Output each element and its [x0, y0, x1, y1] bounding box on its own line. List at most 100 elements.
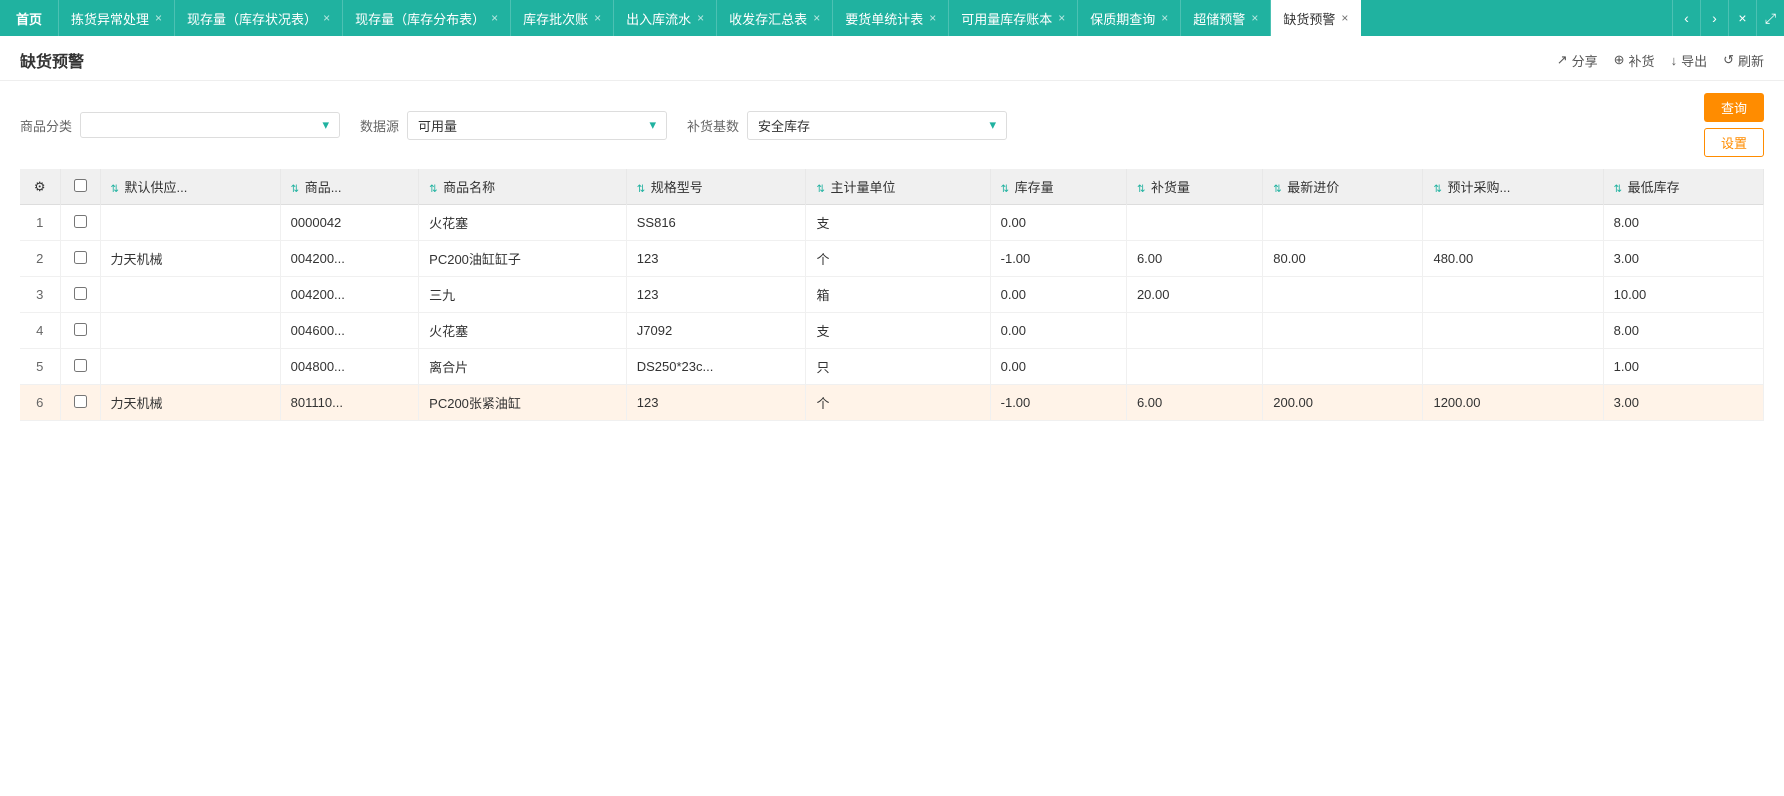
row-product-code: 004200... [280, 277, 418, 313]
close-tab-in-out-flow[interactable]: × [697, 11, 704, 25]
row-supplier [100, 205, 280, 241]
close-tab-shortage-warn[interactable]: × [1341, 11, 1348, 25]
row-unit: 个 [806, 385, 990, 421]
filter-actions: 查询 设置 [1704, 93, 1764, 157]
tab-shortage-warn[interactable]: 缺货预警 × [1271, 0, 1361, 36]
th-est-purchase: ⇅ 预计采购... [1423, 169, 1603, 205]
tab-home[interactable]: 首页 [0, 0, 59, 36]
tab-order-stats[interactable]: 要货单统计表 × [833, 0, 949, 36]
row-latest-price: 200.00 [1263, 385, 1423, 421]
category-arrow-icon: ▾ [322, 117, 329, 133]
app-container: 首页 拣货异常处理 × 现存量（库存状况表） × 现存量（库存分布表） × 库存… [0, 0, 1784, 796]
row-no: 3 [20, 277, 60, 313]
close-tab-receive-summary[interactable]: × [813, 11, 820, 25]
tab-next-button[interactable]: › [1700, 0, 1728, 36]
row-replenish-qty [1126, 349, 1262, 385]
share-icon: ↗ [1557, 52, 1568, 68]
row-checkbox[interactable] [74, 395, 87, 408]
tab-receive-summary[interactable]: 收发存汇总表 × [717, 0, 833, 36]
row-product-name: PC200油缸缸子 [419, 241, 627, 277]
tab-bar: 首页 拣货异常处理 × 现存量（库存状况表） × 现存量（库存分布表） × 库存… [0, 0, 1784, 36]
row-checkbox-cell [60, 349, 100, 385]
close-tab-order-stats[interactable]: × [929, 11, 936, 25]
replenish-base-select[interactable]: 安全库存 ▾ [747, 111, 1007, 140]
tab-close-window-button[interactable]: × [1728, 0, 1756, 36]
row-checkbox-cell [60, 385, 100, 421]
row-product-code: 0000042 [280, 205, 418, 241]
row-checkbox[interactable] [74, 215, 87, 228]
replenish-action[interactable]: ⊕ 补货 [1614, 51, 1655, 70]
datasource-arrow-icon: ▾ [650, 117, 657, 133]
query-button[interactable]: 查询 [1704, 93, 1764, 122]
replenish-base-filter-group: 补货基数 安全库存 ▾ [687, 111, 1007, 140]
sort-spec-icon: ⇅ [637, 184, 645, 195]
close-tab-expiry-query[interactable]: × [1161, 11, 1168, 25]
replenish-base-label: 补货基数 [687, 116, 739, 135]
row-supplier [100, 277, 280, 313]
tab-defect-process[interactable]: 拣货异常处理 × [59, 0, 175, 36]
row-stock: -1.00 [990, 241, 1126, 277]
close-tab-available-ledger[interactable]: × [1058, 11, 1065, 25]
row-unit: 支 [806, 313, 990, 349]
close-tab-inventory-dist[interactable]: × [491, 11, 498, 25]
tab-inventory-dist[interactable]: 现存量（库存分布表） × [343, 0, 511, 36]
gear-icon[interactable]: ⚙ [34, 179, 46, 195]
close-tab-overstock-warn[interactable]: × [1251, 11, 1258, 25]
row-spec: 123 [626, 277, 806, 313]
row-replenish-qty: 20.00 [1126, 277, 1262, 313]
row-est-purchase [1423, 349, 1603, 385]
tab-inventory-status[interactable]: 现存量（库存状况表） × [175, 0, 343, 36]
row-checkbox[interactable] [74, 323, 87, 336]
row-est-purchase [1423, 205, 1603, 241]
close-tab-inventory-status[interactable]: × [323, 11, 330, 25]
tab-overstock-warn[interactable]: 超储预警 × [1181, 0, 1271, 36]
row-spec: DS250*23c... [626, 349, 806, 385]
tab-batch-account[interactable]: 库存批次账 × [511, 0, 614, 36]
select-all-checkbox[interactable] [74, 179, 87, 192]
refresh-action[interactable]: ↺ 刷新 [1723, 51, 1764, 70]
tab-prev-button[interactable]: ‹ [1672, 0, 1700, 36]
row-product-name: 火花塞 [419, 313, 627, 349]
row-checkbox[interactable] [74, 287, 87, 300]
tab-expiry-query[interactable]: 保质期查询 × [1078, 0, 1181, 36]
row-checkbox[interactable] [74, 359, 87, 372]
sort-supplier-icon: ⇅ [111, 184, 119, 195]
row-latest-price [1263, 349, 1423, 385]
th-gear: ⚙ [20, 169, 60, 205]
tab-available-ledger[interactable]: 可用量库存账本 × [949, 0, 1078, 36]
row-est-purchase: 1200.00 [1423, 385, 1603, 421]
tab-in-out-flow[interactable]: 出入库流水 × [614, 0, 717, 36]
row-stock: 0.00 [990, 349, 1126, 385]
row-product-name: 离合片 [419, 349, 627, 385]
close-tab-defect-process[interactable]: × [155, 11, 162, 25]
close-tab-batch-account[interactable]: × [594, 11, 601, 25]
share-action[interactable]: ↗ 分享 [1557, 51, 1598, 70]
row-est-purchase [1423, 313, 1603, 349]
row-product-name: PC200张紧油缸 [419, 385, 627, 421]
row-supplier [100, 349, 280, 385]
row-est-purchase: 480.00 [1423, 241, 1603, 277]
row-checkbox[interactable] [74, 251, 87, 264]
table-row: 5 004800... 离合片 DS250*23c... 只 0.00 1.00 [20, 349, 1764, 385]
tab-maximize-button[interactable]: ⤢ [1756, 0, 1784, 36]
row-product-code: 801110... [280, 385, 418, 421]
sort-min-icon: ⇅ [1614, 184, 1622, 195]
row-no: 5 [20, 349, 60, 385]
settings-button[interactable]: 设置 [1704, 128, 1764, 157]
row-checkbox-cell [60, 313, 100, 349]
th-latest-price: ⇅ 最新进价 [1263, 169, 1423, 205]
row-stock: 0.00 [990, 277, 1126, 313]
page-header: 缺货预警 ↗ 分享 ⊕ 补货 ↓ 导出 ↺ 刷新 [0, 36, 1784, 81]
datasource-select[interactable]: 可用量 ▾ [407, 111, 667, 140]
tab-nav-buttons: ‹ › × ⤢ [1672, 0, 1784, 36]
export-action[interactable]: ↓ 导出 [1671, 51, 1708, 70]
datasource-label: 数据源 [360, 116, 399, 135]
th-product-code: ⇅ 商品... [280, 169, 418, 205]
row-min-stock: 3.00 [1603, 385, 1763, 421]
row-spec: 123 [626, 385, 806, 421]
table-header: ⚙ ⇅ 默认供应... ⇅ 商品... [20, 169, 1764, 205]
th-min-stock: ⇅ 最低库存 [1603, 169, 1763, 205]
row-replenish-qty [1126, 313, 1262, 349]
row-unit: 只 [806, 349, 990, 385]
category-select[interactable]: ▾ [80, 112, 340, 138]
